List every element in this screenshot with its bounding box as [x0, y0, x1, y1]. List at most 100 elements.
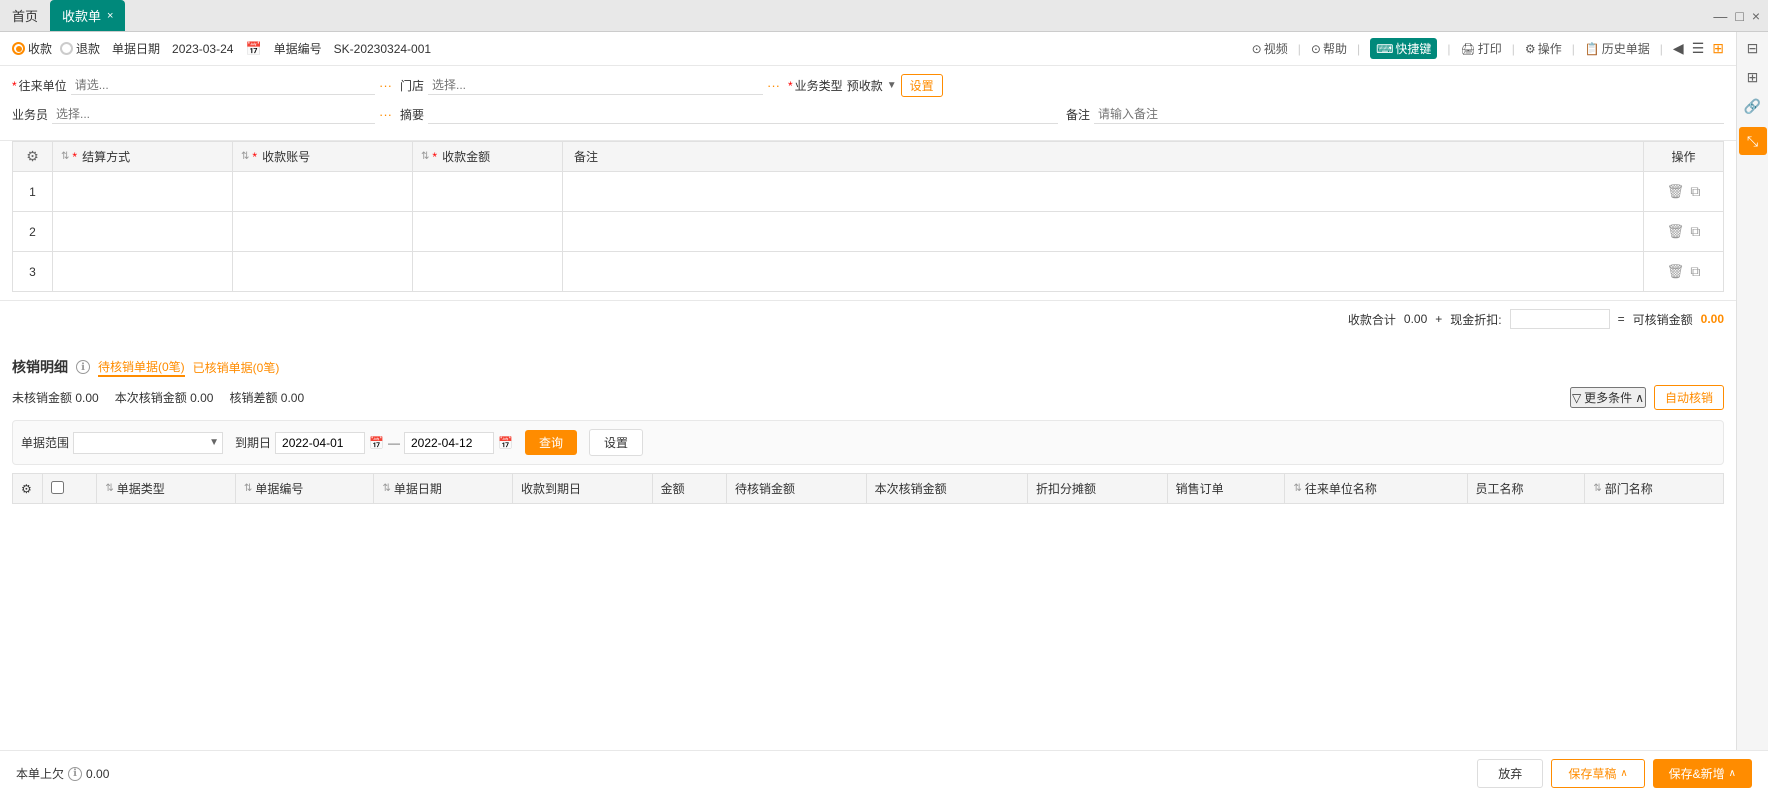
operations-btn[interactable]: ⚙ 操作: [1525, 40, 1562, 57]
row-account-1[interactable]: [233, 172, 413, 212]
row-remark-2[interactable]: [563, 212, 1644, 252]
query-button[interactable]: 查询: [525, 430, 577, 455]
collection-table: ⚙ ⇅ * 结算方式 ⇅ *: [12, 141, 1724, 292]
shop-input[interactable]: [428, 76, 763, 95]
summary-row: 收款合计 0.00 + 现金折扣: = 可核销金额 0.00: [0, 300, 1736, 337]
row-remark-3[interactable]: [563, 252, 1644, 292]
row-amount-2[interactable]: [413, 212, 563, 252]
auto-recon-btn[interactable]: 自动核销: [1654, 385, 1724, 410]
sort-dept-icon[interactable]: ⇅: [1593, 483, 1601, 494]
date-from-input[interactable]: [275, 432, 365, 454]
filter-icon: ▽: [1572, 391, 1581, 405]
copy-row-3-icon[interactable]: ⧉: [1690, 263, 1700, 280]
gear-recon-icon[interactable]: ⚙: [21, 482, 32, 496]
row-settle-1[interactable]: [53, 172, 233, 212]
radio-collection-label: 收款: [28, 40, 52, 57]
unclaimed-label: 未核销金额 0.00: [12, 389, 99, 406]
shop-label: 门店: [400, 77, 424, 94]
row-account-2[interactable]: [233, 212, 413, 252]
operations-label: 操作: [1538, 40, 1562, 57]
table-gear-icon[interactable]: ⚙: [26, 148, 39, 164]
sort-partner-icon[interactable]: ⇅: [1293, 483, 1301, 494]
row-account-3[interactable]: [233, 252, 413, 292]
delete-row-2-icon[interactable]: 🗑: [1667, 223, 1685, 240]
row-amount-1[interactable]: [413, 172, 563, 212]
row-amount-3[interactable]: [413, 252, 563, 292]
help-btn[interactable]: ⊙ 帮助: [1311, 40, 1347, 57]
business-type-dropdown-icon[interactable]: ▼: [887, 80, 897, 91]
close-icon[interactable]: ×: [1752, 8, 1760, 24]
help-label: 帮助: [1323, 40, 1347, 57]
print-btn[interactable]: 🖨 打印: [1461, 40, 1502, 57]
remark-input[interactable]: [1094, 105, 1724, 124]
shortcut-btn[interactable]: ⌨ 快捷键: [1370, 38, 1437, 59]
tab-close-icon[interactable]: ×: [107, 10, 113, 22]
row-settle-2[interactable]: [53, 212, 233, 252]
sidebar-link-icon[interactable]: 🔗: [1744, 98, 1761, 115]
pending-tab[interactable]: 待核销单据(0笔): [98, 358, 185, 377]
business-type-value: 预收款: [847, 77, 883, 94]
row-num-1: 1: [13, 172, 53, 212]
draft-label: 保存草稿: [1568, 765, 1616, 782]
calendar-icon[interactable]: 📅: [245, 41, 261, 57]
shop-ellipsis-icon[interactable]: ···: [767, 78, 780, 93]
table-row: 3 🗑 ⧉: [13, 252, 1724, 292]
radio-refund[interactable]: 退款: [60, 40, 100, 57]
summary-input[interactable]: [428, 105, 1058, 124]
table-section: ⚙ ⇅ * 结算方式 ⇅ *: [0, 141, 1736, 300]
save-new-button[interactable]: 保存&新增 ∧: [1653, 759, 1752, 788]
col-dept-name: ⇅ 部门名称: [1585, 474, 1724, 504]
discount-input[interactable]: [1510, 309, 1610, 329]
tab-home[interactable]: 首页: [0, 0, 50, 31]
tab-collection[interactable]: 收款单 ×: [50, 0, 125, 31]
col-due-date: 收款到期日: [512, 474, 652, 504]
sort-doc-type-icon[interactable]: ⇅: [105, 483, 113, 494]
abandon-button[interactable]: 放弃: [1477, 759, 1543, 788]
more-conditions-btn[interactable]: ▽ 更多条件 ∧: [1570, 387, 1646, 408]
calendar-to-icon[interactable]: 📅: [498, 436, 513, 450]
carry-info-icon[interactable]: ℹ: [68, 767, 82, 781]
sidebar-table-icon[interactable]: ⊟: [1747, 40, 1759, 57]
copy-row-2-icon[interactable]: ⧉: [1690, 223, 1700, 240]
maximize-icon[interactable]: □: [1735, 8, 1743, 24]
minimize-icon[interactable]: —: [1713, 8, 1727, 24]
sort-account-icon[interactable]: ⇅: [241, 151, 249, 162]
partner-ellipsis-icon[interactable]: ···: [379, 78, 392, 93]
video-btn[interactable]: ⊙ 视频: [1252, 40, 1288, 57]
save-draft-button[interactable]: 保存草稿 ∧: [1551, 759, 1644, 788]
sidebar-expand-icon[interactable]: ⤡: [1739, 127, 1767, 155]
row-num-3: 3: [13, 252, 53, 292]
calendar-from-icon[interactable]: 📅: [369, 436, 384, 450]
recon-info-icon[interactable]: ℹ: [76, 360, 90, 374]
row-num-2: 2: [13, 212, 53, 252]
number-label: 单据编号: [274, 40, 322, 57]
layout-list-icon[interactable]: ☰: [1692, 40, 1705, 57]
recon-actions: ▽ 更多条件 ∧ 自动核销: [1570, 385, 1724, 410]
delete-row-3-icon[interactable]: 🗑: [1667, 263, 1685, 280]
partner-input[interactable]: [71, 76, 375, 95]
history-btn[interactable]: 📋 历史单据: [1585, 40, 1650, 57]
row-settle-3[interactable]: [53, 252, 233, 292]
bottom-actions: 放弃 保存草稿 ∧ 保存&新增 ∧: [1477, 759, 1752, 788]
delete-row-1-icon[interactable]: 🗑: [1667, 183, 1685, 200]
range-select[interactable]: [73, 432, 223, 454]
layout-prev-icon[interactable]: ◀: [1673, 40, 1684, 57]
sort-settle-icon[interactable]: ⇅: [61, 151, 69, 162]
total-value: 0.00: [1404, 312, 1427, 326]
sort-amount-icon[interactable]: ⇅: [421, 151, 429, 162]
radio-collection[interactable]: 收款: [12, 40, 52, 57]
select-all-checkbox[interactable]: [51, 481, 64, 494]
done-tab[interactable]: 已核销单据(0笔): [193, 359, 280, 376]
layout-grid-icon[interactable]: ⊞: [1712, 40, 1724, 57]
staff-ellipsis-icon[interactable]: ···: [379, 107, 392, 122]
row-remark-1[interactable]: [563, 172, 1644, 212]
staff-input[interactable]: [52, 105, 375, 124]
sort-doc-num-icon[interactable]: ⇅: [244, 483, 252, 494]
tab-bar: 首页 收款单 × — □ ×: [0, 0, 1768, 32]
filter-settings-button[interactable]: 设置: [589, 429, 643, 456]
date-to-input[interactable]: [404, 432, 494, 454]
sidebar-layout-icon[interactable]: ⊞: [1747, 69, 1759, 86]
copy-row-1-icon[interactable]: ⧉: [1690, 183, 1700, 200]
settings-button[interactable]: 设置: [901, 74, 943, 97]
sort-doc-date-icon[interactable]: ⇅: [382, 483, 390, 494]
